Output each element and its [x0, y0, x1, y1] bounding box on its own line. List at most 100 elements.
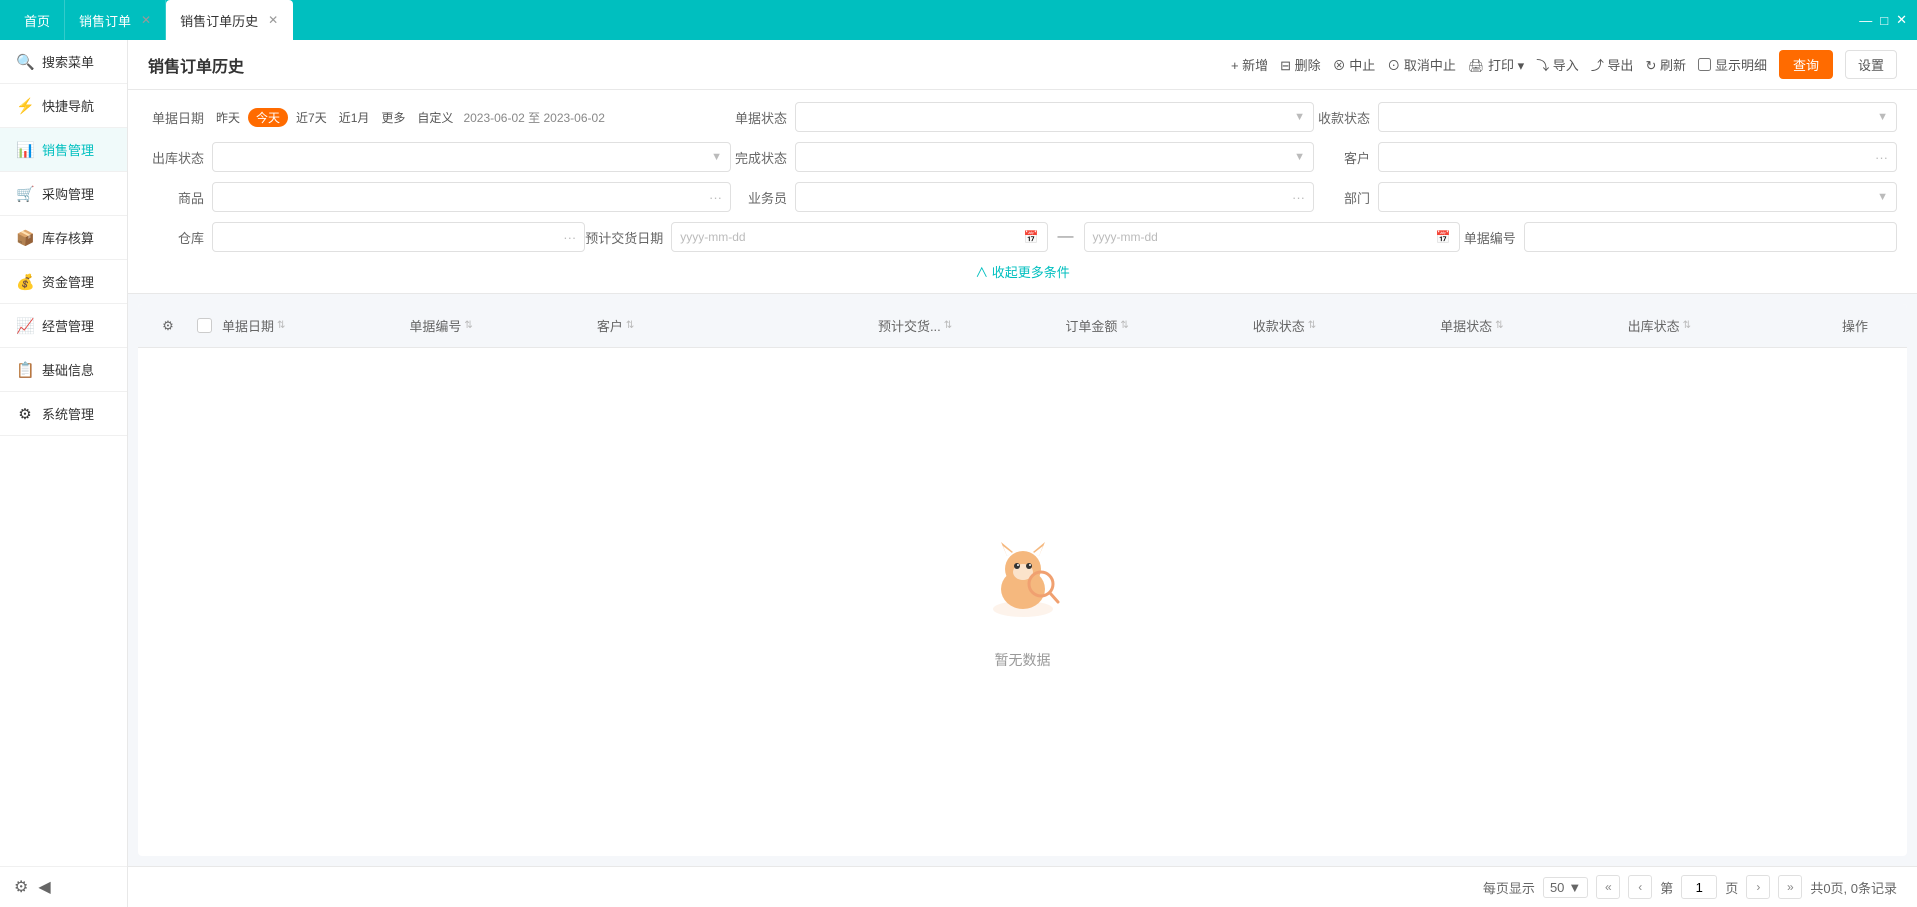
print-button[interactable]: 🖨 打印 ▾: [1468, 55, 1524, 74]
product-dots[interactable]: ···: [709, 190, 722, 205]
th-settings[interactable]: ⚙: [150, 318, 186, 334]
salesperson-dots[interactable]: ···: [1292, 190, 1305, 205]
sidebar-item-inventory-label: 库存核算: [42, 228, 94, 247]
window-close[interactable]: ✕: [1896, 12, 1907, 28]
settings-button[interactable]: 设置: [1845, 50, 1897, 79]
btn-custom[interactable]: 自定义: [413, 108, 457, 127]
show-details-checkbox[interactable]: 显示明细: [1698, 55, 1767, 74]
table-header-row: ⚙ 单据日期 ⇅ 单据编号 ⇅ 客户 ⇅ 预计交货...: [138, 304, 1907, 348]
delivery-end-date[interactable]: yyyy-mm-dd 📅: [1084, 222, 1460, 252]
product-input[interactable]: ···: [212, 182, 731, 212]
prev-page-btn[interactable]: ‹: [1628, 875, 1652, 899]
warehouse-input[interactable]: ···: [212, 222, 585, 252]
tab-sales-order-history[interactable]: 销售订单历史 ✕: [166, 0, 293, 40]
tab-home[interactable]: 首页: [10, 0, 65, 40]
tab-sales-order-close[interactable]: ✕: [141, 13, 151, 27]
th-number-label: 单据编号: [409, 316, 461, 335]
next-page-btn[interactable]: ›: [1746, 875, 1770, 899]
order-status-control: ▼: [795, 102, 1314, 132]
refresh-button[interactable]: ↻ 刷新: [1645, 55, 1686, 74]
top-bar-actions: — □ ✕: [1859, 12, 1907, 28]
sidebar-item-search[interactable]: 🔍 搜索菜单: [0, 40, 127, 84]
sidebar-item-purchase[interactable]: 🛒 采购管理: [0, 172, 127, 216]
delivery-start-date[interactable]: yyyy-mm-dd 📅: [671, 222, 1047, 252]
btn-today[interactable]: 今天: [248, 108, 288, 127]
th-order-sort[interactable]: ⇅: [1495, 320, 1503, 331]
customer-dots[interactable]: ···: [1875, 150, 1888, 165]
th-out-sort[interactable]: ⇅: [1683, 320, 1691, 331]
th-date: 单据日期 ⇅: [222, 316, 409, 335]
import-button[interactable]: ⤵ 导入: [1536, 55, 1579, 74]
filter-department: 部门 ▼: [1314, 182, 1897, 212]
operation-icon: 📈: [16, 317, 34, 335]
department-select[interactable]: ▼: [1378, 182, 1897, 212]
product-control: ···: [212, 182, 731, 212]
filter-row-3: 商品 ··· 业务员 ···: [148, 182, 1897, 212]
stop-button[interactable]: ⊗ 中止: [1333, 55, 1376, 74]
sidebar-item-sales[interactable]: 📊 销售管理: [0, 128, 127, 172]
btn-more[interactable]: 更多: [377, 108, 409, 127]
current-page-input[interactable]: [1681, 875, 1717, 899]
th-number-sort[interactable]: ⇅: [464, 320, 472, 331]
window-maximize[interactable]: □: [1880, 13, 1888, 28]
th-checkbox[interactable]: [186, 318, 222, 333]
warehouse-dots[interactable]: ···: [563, 230, 576, 245]
sidebar-item-nav[interactable]: ⚡ 快捷导航: [0, 84, 127, 128]
th-customer-sort[interactable]: ⇅: [626, 320, 634, 331]
tab-sales-order-history-close[interactable]: ✕: [268, 13, 278, 27]
delivery-date-label: 预计交货日期: [585, 228, 663, 247]
complete-status-select[interactable]: ▼: [795, 142, 1314, 172]
filter-delivery-date: 预计交货日期 yyyy-mm-dd 📅 — yyyy-mm-dd 📅: [585, 222, 1460, 252]
out-status-select[interactable]: ▼: [212, 142, 731, 172]
salesperson-input[interactable]: ···: [795, 182, 1314, 212]
th-amount-sort[interactable]: ⇅: [1120, 320, 1128, 331]
customer-input[interactable]: ···: [1378, 142, 1897, 172]
th-order-status-label: 单据状态: [1440, 316, 1492, 335]
th-payment-sort[interactable]: ⇅: [1308, 320, 1316, 331]
first-page-btn[interactable]: «: [1596, 875, 1620, 899]
page-size-select[interactable]: 50 ▼: [1543, 877, 1588, 898]
btn-1month[interactable]: 近1月: [335, 108, 374, 127]
query-button[interactable]: 查询: [1779, 50, 1833, 79]
go-page-label: 第: [1660, 878, 1673, 897]
order-status-chevron: ▼: [1294, 111, 1305, 123]
th-delivery-sort[interactable]: ⇅: [944, 320, 952, 331]
sidebar-toggle-icon[interactable]: ◀: [38, 877, 50, 897]
sidebar-item-sales-label: 销售管理: [42, 140, 94, 159]
cancel-stop-button[interactable]: ⊙ 取消中止: [1387, 55, 1456, 74]
filter-customer: 客户 ···: [1314, 142, 1897, 172]
top-bar: 首页 销售订单 ✕ 销售订单历史 ✕ — □ ✕: [0, 0, 1917, 40]
payment-status-chevron: ▼: [1877, 111, 1888, 123]
sidebar-item-data[interactable]: 📋 基础信息: [0, 348, 127, 392]
table-area: ⚙ 单据日期 ⇅ 单据编号 ⇅ 客户 ⇅ 预计交货...: [138, 304, 1907, 856]
sidebar-item-inventory[interactable]: 📦 库存核算: [0, 216, 127, 260]
sidebar-item-finance[interactable]: 💰 资金管理: [0, 260, 127, 304]
export-button[interactable]: ⤴ 导出: [1591, 55, 1634, 74]
header-actions: + 新增 ⊟ 删除 ⊗ 中止 ⊙ 取消中止 🖨 打印 ▾ ⤵ 导入 ⤴ 导出 ↻…: [1231, 50, 1897, 79]
payment-status-select[interactable]: ▼: [1378, 102, 1897, 132]
date-control: 昨天 今天 近7天 近1月 更多 自定义 2023-06-02 至 2023-0…: [212, 108, 731, 127]
tab-sales-order[interactable]: 销售订单 ✕: [65, 0, 166, 40]
btn-yesterday[interactable]: 昨天: [212, 108, 244, 127]
date-range-text: 2023-06-02 至 2023-06-02: [463, 109, 604, 126]
btn-7days[interactable]: 近7天: [292, 108, 331, 127]
sidebar-item-operation[interactable]: 📈 经营管理: [0, 304, 127, 348]
header-checkbox[interactable]: [197, 318, 212, 333]
complete-status-control: ▼: [795, 142, 1314, 172]
new-button[interactable]: + 新增: [1231, 55, 1268, 74]
th-date-sort[interactable]: ⇅: [277, 320, 285, 331]
order-number-input[interactable]: [1524, 222, 1897, 252]
sidebar-item-system[interactable]: ⚙ 系统管理: [0, 392, 127, 436]
sales-icon: 📊: [16, 141, 34, 159]
th-out-status-label: 出库状态: [1628, 316, 1680, 335]
window-minimize[interactable]: —: [1859, 13, 1872, 28]
date-quick-btns: 昨天 今天 近7天 近1月 更多 自定义: [212, 108, 457, 127]
show-details-input[interactable]: [1698, 58, 1711, 71]
last-page-btn[interactable]: »: [1778, 875, 1802, 899]
th-payment-status: 收款状态 ⇅: [1253, 316, 1440, 335]
collapse-button[interactable]: ∧ 收起更多条件: [148, 262, 1897, 281]
delete-button[interactable]: ⊟ 删除: [1280, 55, 1321, 74]
calendar-icon-end: 📅: [1436, 230, 1451, 244]
order-status-select[interactable]: ▼: [795, 102, 1314, 132]
sidebar-settings-icon[interactable]: ⚙: [14, 877, 28, 897]
